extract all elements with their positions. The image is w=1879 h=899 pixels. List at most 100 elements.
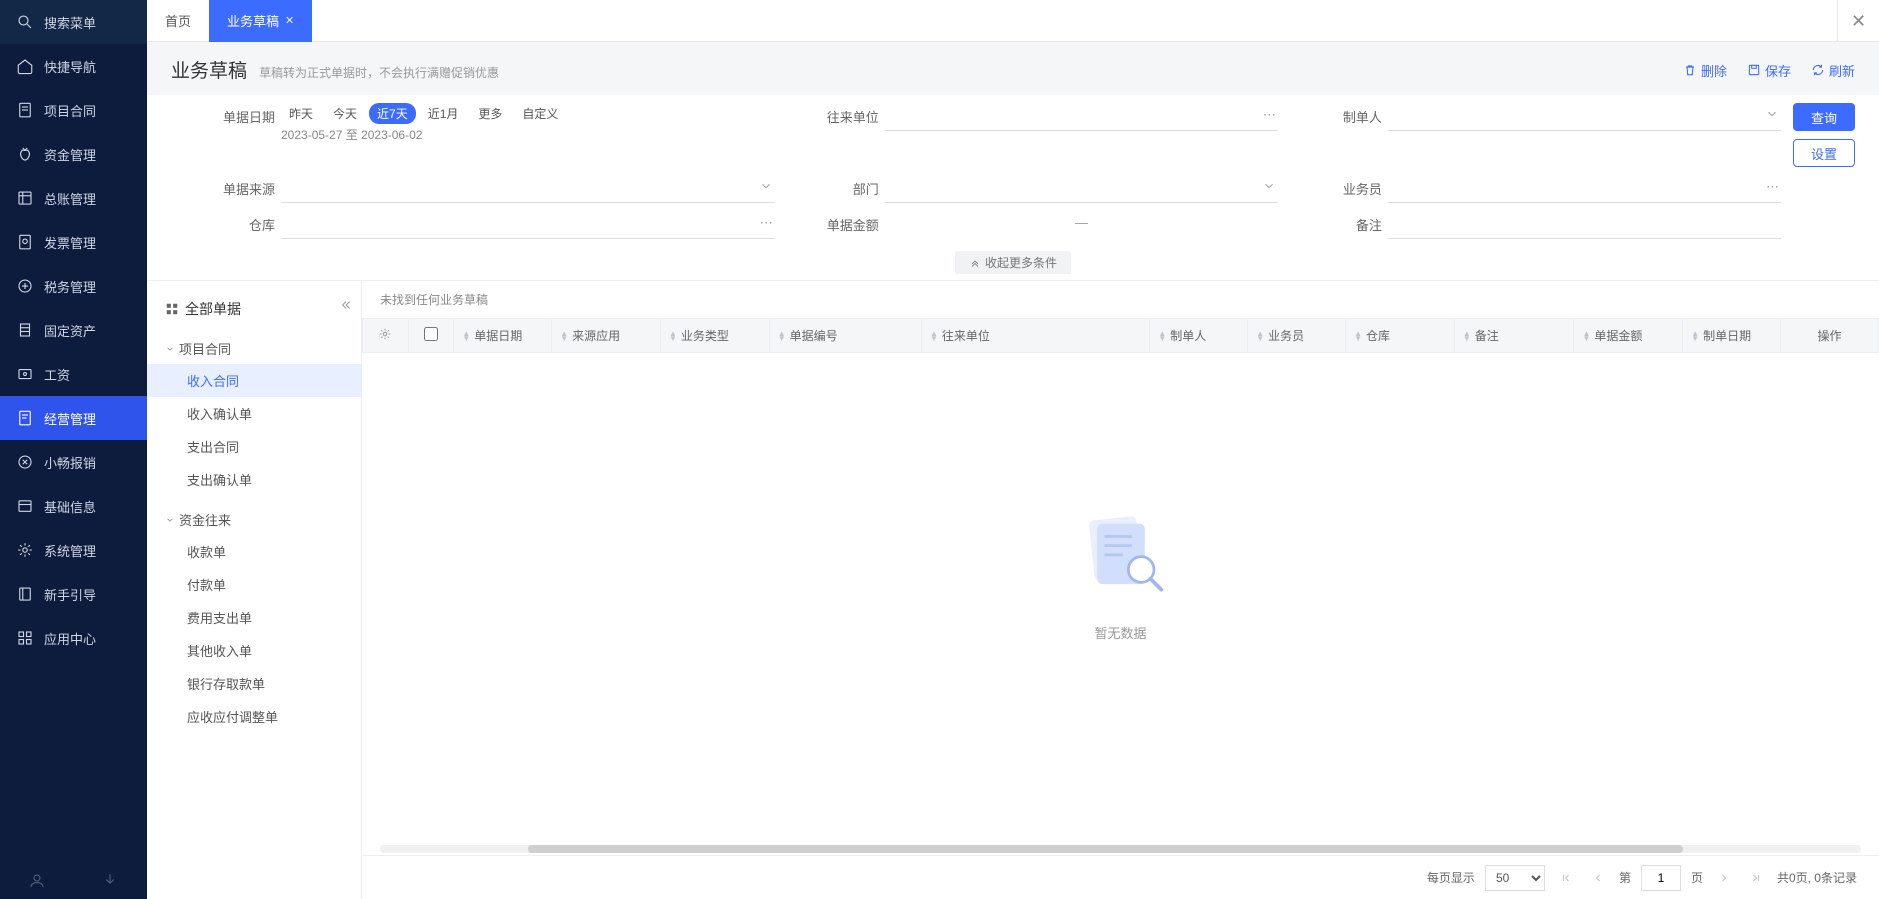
label-party: 往来单位 (775, 103, 885, 126)
tree-collapse-button[interactable] (335, 295, 355, 315)
sidebar-item-system[interactable]: 系统管理 (0, 528, 147, 572)
tab-draft[interactable]: 业务草稿✕ (209, 0, 312, 42)
sales-input[interactable] (1388, 175, 1781, 203)
sidebar-item-guide[interactable]: 新手引导 (0, 572, 147, 616)
tabs-close-all[interactable]: ✕ (1837, 0, 1879, 42)
page-next-button[interactable] (1713, 867, 1735, 889)
sidebar-item-invoice[interactable]: 发票管理 (0, 220, 147, 264)
tree-leaf-income-contract[interactable]: 收入合同 (147, 364, 361, 397)
tree-group-funds[interactable]: 资金往来 (147, 504, 361, 535)
sidebar-item-operation[interactable]: 经营管理 (0, 396, 147, 440)
pill-7days[interactable]: 近7天 (369, 103, 416, 124)
th-settings[interactable] (363, 319, 409, 353)
query-button[interactable]: 查询 (1793, 103, 1855, 131)
sidebar-item-basic-info[interactable]: 基础信息 (0, 484, 147, 528)
save-button[interactable]: 保存 (1747, 61, 1791, 80)
money-bag-icon (16, 145, 34, 163)
tree-title[interactable]: 全部单据 (147, 293, 361, 329)
date-range-text: 2023-05-27 至 2023-06-02 (281, 126, 775, 143)
chevron-down-icon[interactable] (759, 179, 773, 196)
th-make-date[interactable]: ▲▼制单日期 (1683, 319, 1781, 353)
ellipsis-icon[interactable]: ⋯ (760, 215, 773, 231)
sidebar-item-fixed-assets[interactable]: 固定资产 (0, 308, 147, 352)
home-icon (16, 57, 34, 75)
page-last-button[interactable] (1745, 867, 1767, 889)
source-input[interactable] (281, 175, 775, 203)
pill-1month[interactable]: 近1月 (420, 103, 467, 124)
per-page-select[interactable]: 50 (1485, 865, 1545, 891)
chevron-down-icon[interactable] (1765, 107, 1779, 124)
footer-icon-1[interactable] (28, 872, 46, 893)
content-pane: 未找到任何业务草稿 ▲▼单据日期 ▲▼来源应用 ▲▼业务类型 ▲▼单据编号 ▲▼… (362, 281, 1879, 899)
tree-leaf-payment[interactable]: 付款单 (147, 568, 361, 601)
footer-icon-2[interactable] (101, 872, 119, 893)
tab-home[interactable]: 首页 (147, 0, 209, 42)
settings-button[interactable]: 设置 (1793, 139, 1855, 167)
sidebar-item-ledger[interactable]: 总账管理 (0, 176, 147, 220)
warehouse-input[interactable] (281, 211, 775, 239)
sidebar-item-funds[interactable]: 资金管理 (0, 132, 147, 176)
empty-text: 暂无数据 (1066, 623, 1176, 642)
tree-leaf-other-income[interactable]: 其他收入单 (147, 634, 361, 667)
close-icon[interactable]: ✕ (285, 14, 294, 27)
sidebar-item-tax[interactable]: 税务管理 (0, 264, 147, 308)
tree-leaf-ar-ap-adjust[interactable]: 应收应付调整单 (147, 700, 361, 733)
th-doc-no[interactable]: ▲▼单据编号 (769, 319, 921, 353)
label-doc-date: 单据日期 (171, 103, 281, 126)
date-pills: 昨天 今天 近7天 近1月 更多 自定义 (281, 103, 775, 124)
th-amount[interactable]: ▲▼单据金额 (1574, 319, 1683, 353)
tree-pane: 全部单据 项目合同 收入合同 收入确认单 支出合同 支出确认单 资金往来 收款单… (147, 281, 362, 899)
operation-icon (16, 409, 34, 427)
salary-icon (16, 365, 34, 383)
pill-custom[interactable]: 自定义 (514, 103, 566, 124)
remark-input[interactable] (1388, 211, 1781, 239)
maker-input[interactable] (1388, 103, 1781, 131)
pill-yesterday[interactable]: 昨天 (281, 103, 321, 124)
horizontal-scrollbar[interactable] (362, 843, 1879, 855)
tree-leaf-receipt[interactable]: 收款单 (147, 535, 361, 568)
sidebar-item-app-center[interactable]: 应用中心 (0, 616, 147, 660)
ellipsis-icon[interactable]: ⋯ (1766, 179, 1779, 195)
th-sales[interactable]: ▲▼业务员 (1248, 319, 1346, 353)
page-first-button[interactable] (1555, 867, 1577, 889)
dept-input[interactable] (885, 175, 1278, 203)
page-summary: 共0页, 0条记录 (1777, 869, 1857, 886)
page-subtitle: 草稿转为正式单据时，不会执行满赠促销优惠 (259, 64, 499, 81)
tree-leaf-income-confirm[interactable]: 收入确认单 (147, 397, 361, 430)
tree-leaf-expense-confirm[interactable]: 支出确认单 (147, 463, 361, 496)
search-icon (16, 13, 34, 31)
delete-button[interactable]: 删除 (1683, 61, 1727, 80)
th-party[interactable]: ▲▼往来单位 (921, 319, 1149, 353)
refresh-button[interactable]: 刷新 (1811, 61, 1855, 80)
th-operation: 操作 (1781, 319, 1879, 353)
th-maker[interactable]: ▲▼制单人 (1150, 319, 1248, 353)
sidebar-item-xiaochang[interactable]: 小畅报销 (0, 440, 147, 484)
th-warehouse[interactable]: ▲▼仓库 (1346, 319, 1455, 353)
pill-more[interactable]: 更多 (470, 103, 510, 124)
page-input[interactable] (1641, 865, 1681, 891)
tabs-bar: 首页 业务草稿✕ ✕ (147, 0, 1879, 42)
th-doc-date[interactable]: ▲▼单据日期 (454, 319, 552, 353)
th-remark[interactable]: ▲▼备注 (1454, 319, 1574, 353)
sidebar: 搜索菜单 快捷导航 项目合同 资金管理 总账管理 发票管理 税务管理 固定资产 … (0, 0, 147, 899)
tree-leaf-bank-transfer[interactable]: 银行存取款单 (147, 667, 361, 700)
tree-leaf-expense-bill[interactable]: 费用支出单 (147, 601, 361, 634)
sidebar-item-quick-nav[interactable]: 快捷导航 (0, 44, 147, 88)
pill-today[interactable]: 今天 (325, 103, 365, 124)
th-source-app[interactable]: ▲▼来源应用 (552, 319, 661, 353)
sidebar-item-project-contract[interactable]: 项目合同 (0, 88, 147, 132)
page-prefix: 第 (1619, 869, 1631, 886)
table-wrap: ▲▼单据日期 ▲▼来源应用 ▲▼业务类型 ▲▼单据编号 ▲▼往来单位 ▲▼制单人… (362, 318, 1879, 843)
tree-group-project[interactable]: 项目合同 (147, 333, 361, 364)
th-biz-type[interactable]: ▲▼业务类型 (660, 319, 769, 353)
sidebar-item-salary[interactable]: 工资 (0, 352, 147, 396)
ellipsis-icon[interactable]: ⋯ (1263, 107, 1276, 123)
party-input[interactable] (885, 103, 1278, 131)
page-prev-button[interactable] (1587, 867, 1609, 889)
select-all-checkbox[interactable] (424, 327, 438, 341)
tree-leaf-expense-contract[interactable]: 支出合同 (147, 430, 361, 463)
chevron-down-icon[interactable] (1262, 179, 1276, 196)
sidebar-item-search-menu[interactable]: 搜索菜单 (0, 0, 147, 44)
th-checkbox[interactable] (408, 319, 454, 353)
collapse-filters-button[interactable]: 收起更多条件 (955, 251, 1071, 274)
